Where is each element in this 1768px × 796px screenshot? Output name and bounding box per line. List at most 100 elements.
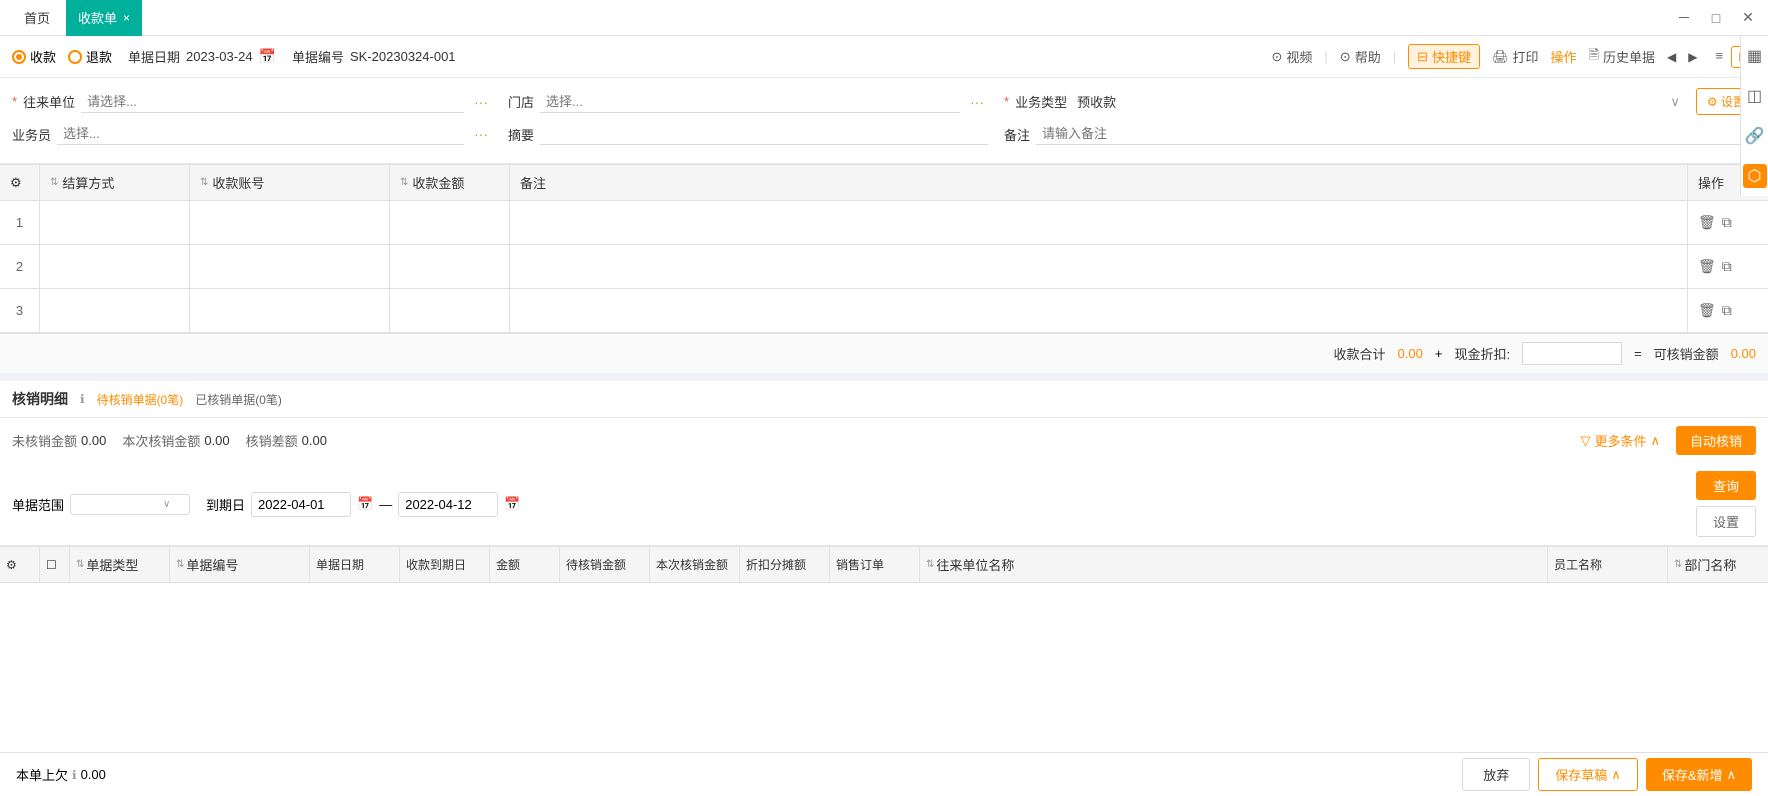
remark-input[interactable] [1036,123,1756,145]
settle-cell-3[interactable] [40,289,190,332]
quota-info-icon[interactable]: ℹ [72,768,77,782]
print-btn[interactable]: 🖨 打印 [1492,47,1539,66]
video-btn[interactable]: ⊙ 视频 [1271,47,1312,66]
tab-close-icon[interactable]: × [123,11,130,25]
date-label: 到期日 [206,495,245,514]
prev-btn[interactable]: ◀ [1667,50,1676,64]
account-cell-3[interactable] [190,289,390,332]
remark-cell-1[interactable] [510,201,1688,244]
bth-number: ⇅ 单据编号 [170,547,310,582]
biz-value: 预收款 [1077,92,1116,111]
filter-settings-btn[interactable]: 设置 [1696,506,1756,537]
remark-cell-3[interactable] [510,289,1688,332]
summary-row: 收款合计 0.00 + 现金折扣: = 可核销金额 0.00 [0,333,1768,373]
date-from-input[interactable] [251,492,351,517]
partner-input[interactable] [81,91,464,113]
bth-current-amount: 本次核销金额 [650,547,740,582]
list-view-btn[interactable]: ≡ [1710,46,1730,68]
completed-link[interactable]: 已核销单据(0笔) [195,391,282,408]
staff-input[interactable] [57,123,464,145]
radio-receive-circle [12,50,26,64]
shortcut-icon: ⊟ [1417,49,1428,65]
info-icon[interactable]: ℹ [80,392,85,406]
bth-type: ⇅ 单据类型 [70,547,170,582]
settle-cell-2[interactable] [40,245,190,288]
current-label: 本次核销金额 [122,431,200,450]
filter-actions: 查询 设置 [1696,471,1756,537]
bth-settings[interactable]: ⚙ [0,547,40,582]
amount-cell-3[interactable] [390,289,510,332]
summary-label: 摘要 [508,125,534,144]
remark-col-header: 备注 [510,165,1688,200]
shop-more-icon[interactable]: ··· [966,94,988,110]
total-label: 收款合计 [1334,344,1386,363]
date-separator: — [379,497,392,512]
help-btn[interactable]: ⊙ 帮助 [1340,47,1381,66]
staff-more-icon[interactable]: ··· [470,126,492,142]
video-icon: ⊙ [1271,49,1282,65]
operation-btn[interactable]: 操作 [1551,47,1577,66]
more-conditions-btn[interactable]: ▽ 更多条件 ∧ [1580,431,1660,450]
number-value: SK-20230324-001 [350,49,456,64]
next-btn[interactable]: ▶ [1688,50,1697,64]
partner-more-icon[interactable]: ··· [470,94,492,110]
summary-field: 摘要 [508,123,988,145]
tab-home[interactable]: 首页 [8,0,66,36]
minimize-button[interactable]: － [1672,6,1696,30]
date-to-input[interactable] [398,492,498,517]
tab-active[interactable]: 收款单 × [66,0,142,36]
close-button[interactable]: ✕ [1736,6,1760,30]
partner-label: 往来单位 [23,92,75,111]
right-sidebar: ▦ ◫ 🔗 ⬡ [1740,36,1768,196]
shop-input[interactable] [540,91,960,113]
delete-row-1-icon[interactable]: 🗑 [1698,214,1716,231]
settle-cell-1[interactable] [40,201,190,244]
quota-info: 本单上欠 ℹ 0.00 [16,765,106,784]
copy-row-3-icon[interactable]: ⧉ [1722,302,1732,319]
biz-dropdown-icon[interactable]: ∨ [1670,94,1680,110]
account-cell-1[interactable] [190,201,390,244]
sidebar-icon-3[interactable]: 🔗 [1743,124,1767,148]
remark-cell-2[interactable] [510,245,1688,288]
row-num-3: 3 [0,289,40,332]
range-select[interactable]: ∨ [70,494,190,515]
receipt-type-radio: 收款 退款 [12,47,112,66]
bth-checkbox[interactable]: ☐ [40,547,70,582]
bth-sales-order: 销售订单 [830,547,920,582]
delete-row-2-icon[interactable]: 🗑 [1698,258,1716,275]
verify-value: 0.00 [1731,346,1756,361]
delete-row-3-icon[interactable]: 🗑 [1698,302,1716,319]
amount-cell-1[interactable] [390,201,510,244]
shortcut-btn[interactable]: ⊟ 快捷键 [1408,44,1480,69]
account-cell-2[interactable] [190,245,390,288]
radio-receive[interactable]: 收款 [12,47,56,66]
row-num-2: 2 [0,245,40,288]
number-field: 单据编号 SK-20230324-001 [292,47,456,66]
bth-pending-amount: 待核销金额 [560,547,650,582]
partner-field: * 往来单位 ··· [12,91,492,113]
settings-col-header[interactable]: ⚙ [0,165,40,200]
form-row-2: 业务员 ··· 摘要 备注 [12,123,1756,145]
abandon-button[interactable]: 放弃 [1462,758,1530,791]
summary-input[interactable] [540,123,988,145]
filter-icon: ▽ [1580,433,1590,449]
copy-row-2-icon[interactable]: ⧉ [1722,258,1732,275]
sidebar-icon-1[interactable]: ▦ [1743,44,1767,68]
save-draft-button[interactable]: 保存草稿 ∧ [1538,758,1638,791]
main-area: 收款 退款 单据日期 2023-03-24 📅 单据编号 SK-20230324… [0,36,1768,796]
discount-input[interactable] [1522,342,1622,365]
amount-cell-2[interactable] [390,245,510,288]
sidebar-icon-4[interactable]: ⬡ [1743,164,1767,188]
calendar-from-icon[interactable]: 📅 [357,496,373,512]
sidebar-icon-2[interactable]: ◫ [1743,84,1767,108]
copy-row-1-icon[interactable]: ⧉ [1722,214,1732,231]
query-btn[interactable]: 查询 [1696,471,1756,500]
calendar-icon[interactable]: 📅 [259,48,276,65]
history-btn[interactable]: 🗎 历史单据 [1589,46,1655,68]
maximize-button[interactable]: □ [1704,6,1728,30]
auto-verify-btn[interactable]: 自动核销 [1676,426,1756,455]
calendar-to-icon[interactable]: 📅 [504,496,520,512]
save-new-button[interactable]: 保存&新增 ∧ [1646,758,1752,791]
pending-link[interactable]: 待核销单据(0笔) [97,391,184,408]
radio-refund[interactable]: 退款 [68,47,112,66]
